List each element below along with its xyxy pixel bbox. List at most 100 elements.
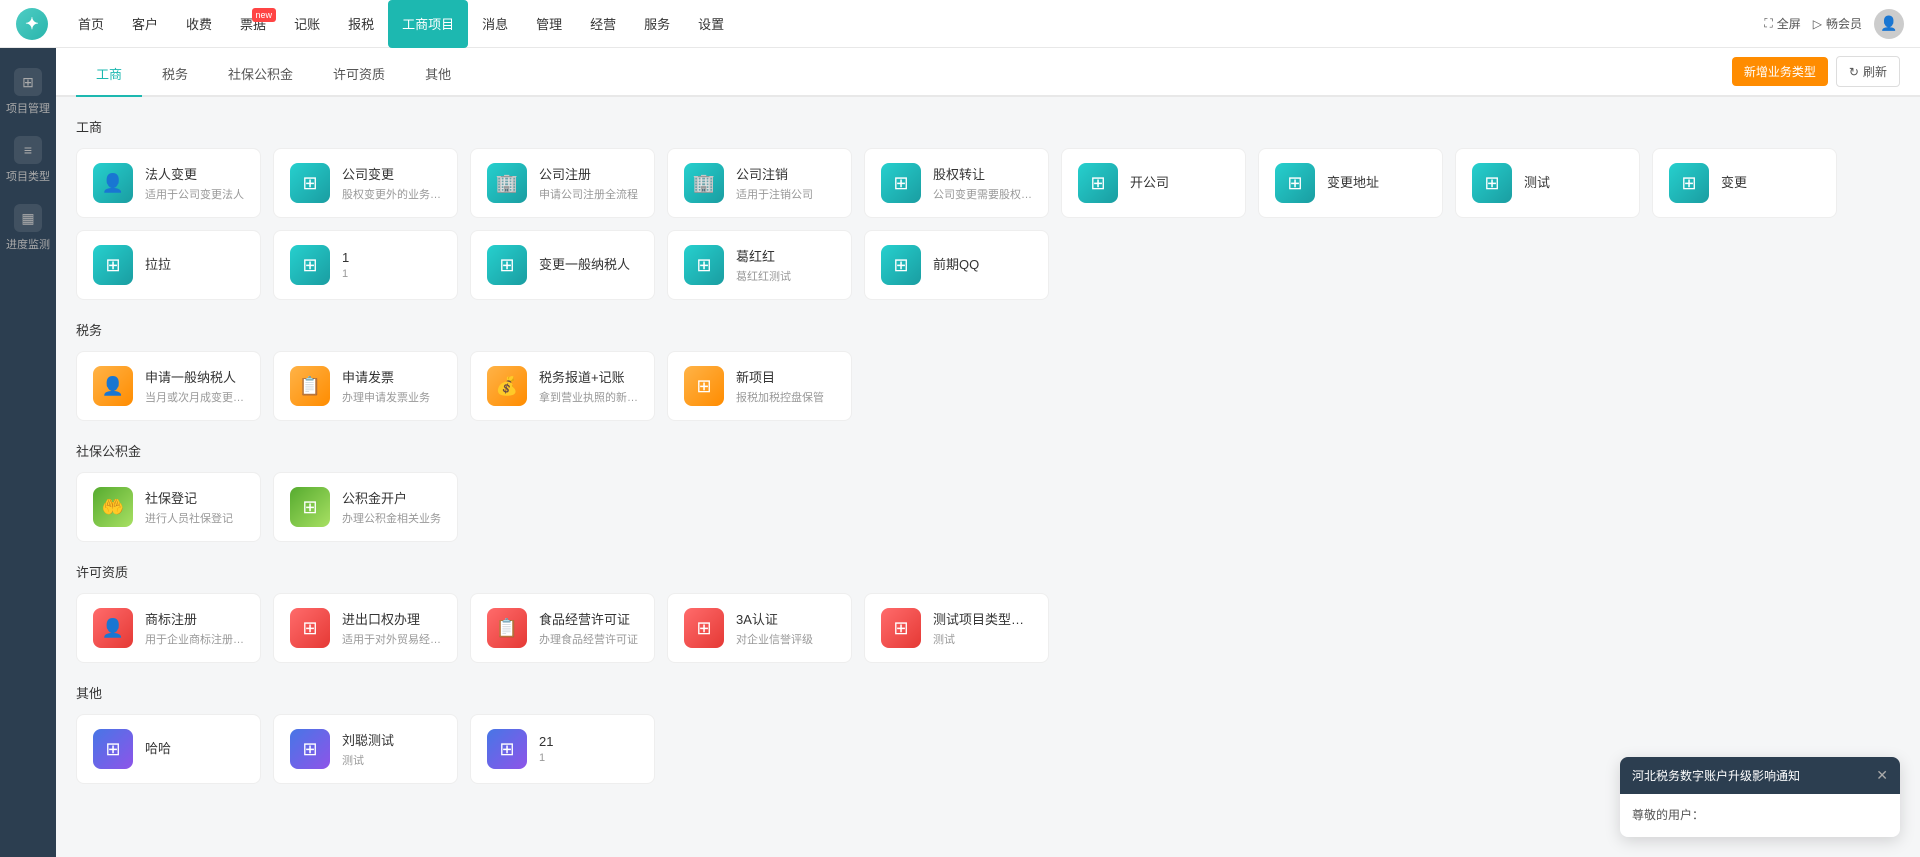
new-type-button[interactable]: 新增业务类型 bbox=[1732, 57, 1828, 86]
card-haha[interactable]: ⊞ 哈哈 bbox=[76, 714, 261, 784]
section-title-shebao: 社保公积金 bbox=[76, 441, 1900, 460]
refresh-icon: ↻ bbox=[1849, 65, 1859, 79]
card-icon: 👤 bbox=[93, 366, 133, 406]
top-nav: ✦ 首页 客户 收费 票据 new 记账 报税 工商项目 消息 管理 经营 服务… bbox=[0, 0, 1920, 48]
nav-item-home[interactable]: 首页 bbox=[64, 0, 118, 48]
nav-logo: ✦ bbox=[16, 8, 48, 40]
card-gongjijinkaihu[interactable]: ⊞ 公积金开户 办理公积金相关业务 bbox=[273, 472, 458, 542]
card-kaigongsi[interactable]: ⊞ 开公司 bbox=[1061, 148, 1246, 218]
section-gongshang: 工商 👤 法人变更 适用于公司变更法人 ⊞ 公司变更 股权变更外的业务变更 bbox=[76, 117, 1900, 300]
card-icon: 🤲 bbox=[93, 487, 133, 527]
card-gehonghong[interactable]: ⊞ 葛红红 葛红红测试 bbox=[667, 230, 852, 300]
card-desc: 办理申请发票业务 bbox=[342, 389, 441, 405]
card-biangeng[interactable]: ⊞ 变更 bbox=[1652, 148, 1837, 218]
card-ceshi[interactable]: ⊞ 测试 bbox=[1455, 148, 1640, 218]
card-icon: ⊞ bbox=[684, 366, 724, 406]
nav-item-settings[interactable]: 设置 bbox=[684, 0, 738, 48]
xuke-cards-grid: 👤 商标注册 用于企业商标注册服务 ⊞ 进出口权办理 适用于对外贸易经营者 📋 bbox=[76, 593, 1900, 663]
card-icon: ⊞ bbox=[290, 245, 330, 285]
card-gongsizhuixiao[interactable]: 🏢 公司注销 适用于注销公司 bbox=[667, 148, 852, 218]
card-icon: ⊞ bbox=[684, 608, 724, 648]
sidebar-item-progress-monitor[interactable]: ▦ 进度监测 bbox=[0, 194, 56, 262]
card-shenqingnaoshui[interactable]: 👤 申请一般纳税人 当月或次月成变更完成 bbox=[76, 351, 261, 421]
card-ceshileixing[interactable]: ⊞ 测试项目类型目定义 测试 bbox=[864, 593, 1049, 663]
card-desc: 测试 bbox=[342, 752, 441, 768]
shuiwu-cards-grid: 👤 申请一般纳税人 当月或次月成变更完成 📋 申请发票 办理申请发票业务 💰 bbox=[76, 351, 1900, 421]
card-title: 拉拉 bbox=[145, 254, 244, 273]
card-desc: 用于企业商标注册服务 bbox=[145, 631, 244, 647]
card-faziren[interactable]: 👤 法人变更 适用于公司变更法人 bbox=[76, 148, 261, 218]
nav-item-bizproject[interactable]: 工商项目 bbox=[388, 0, 468, 48]
notification-popup: 河北税务数字账户升级影响通知 ✕ 尊敬的用户： bbox=[1620, 757, 1900, 837]
card-icon: ⊞ bbox=[93, 245, 133, 285]
card-3a[interactable]: ⊞ 3A认证 对企业信誉评级 bbox=[667, 593, 852, 663]
nav-item-billing[interactable]: 收费 bbox=[172, 0, 226, 48]
card-gongsizhuche[interactable]: 🏢 公司注册 申请公司注册全流程 bbox=[470, 148, 655, 218]
card-title: 前期QQ bbox=[933, 254, 1032, 273]
avatar[interactable]: 👤 bbox=[1874, 9, 1904, 39]
card-title: 21 bbox=[539, 734, 638, 749]
card-icon: ⊞ bbox=[1078, 163, 1118, 203]
card-21[interactable]: ⊞ 21 1 bbox=[470, 714, 655, 784]
nav-item-manage[interactable]: 管理 bbox=[522, 0, 576, 48]
section-title-shuiwu: 税务 bbox=[76, 320, 1900, 339]
card-title: 葛红红 bbox=[736, 246, 835, 265]
member-btn[interactable]: ▷ 畅会员 bbox=[1813, 15, 1862, 32]
nav-item-bookkeeping[interactable]: 记账 bbox=[280, 0, 334, 48]
shebao-cards-grid: 🤲 社保登记 进行人员社保登记 ⊞ 公积金开户 办理公积金相关业务 bbox=[76, 472, 1900, 542]
nav-item-tax[interactable]: 报税 bbox=[334, 0, 388, 48]
section-xuke: 许可资质 👤 商标注册 用于企业商标注册服务 ⊞ 进出口权办理 适用于对外贸易经… bbox=[76, 562, 1900, 663]
card-guzhuanrang[interactable]: ⊞ 股权转让 公司变更需要股权转让 bbox=[864, 148, 1049, 218]
tab-xuke[interactable]: 许可资质 bbox=[313, 50, 405, 97]
card-biangengdizhi[interactable]: ⊞ 变更地址 bbox=[1258, 148, 1443, 218]
nav-item-invoice[interactable]: 票据 new bbox=[226, 0, 280, 48]
card-desc: 申请公司注册全流程 bbox=[539, 186, 638, 202]
nav-item-customer[interactable]: 客户 bbox=[118, 0, 172, 48]
card-liucongceshi[interactable]: ⊞ 刘聪测试 测试 bbox=[273, 714, 458, 784]
notif-close-button[interactable]: ✕ bbox=[1876, 767, 1888, 784]
card-shebaodengji[interactable]: 🤲 社保登记 进行人员社保登记 bbox=[76, 472, 261, 542]
card-biangengnaoshui[interactable]: ⊞ 变更一般纳税人 bbox=[470, 230, 655, 300]
sidebar-item-project-manage[interactable]: ⊞ 项目管理 bbox=[0, 58, 56, 126]
card-icon: ⊞ bbox=[93, 729, 133, 769]
nav-item-message[interactable]: 消息 bbox=[468, 0, 522, 48]
card-one[interactable]: ⊞ 1 1 bbox=[273, 230, 458, 300]
fullscreen-btn[interactable]: ⛶ 全屏 bbox=[1764, 15, 1800, 32]
tab-actions: 新增业务类型 ↻ 刷新 bbox=[1732, 48, 1900, 95]
card-title: 刘聪测试 bbox=[342, 730, 441, 749]
sidebar-item-project-type[interactable]: ≡ 项目类型 bbox=[0, 126, 56, 194]
card-jinchukou[interactable]: ⊞ 进出口权办理 适用于对外贸易经营者 bbox=[273, 593, 458, 663]
card-title: 进出口权办理 bbox=[342, 609, 441, 628]
card-icon: 💰 bbox=[487, 366, 527, 406]
card-gongsibiangeng[interactable]: ⊞ 公司变更 股权变更外的业务变更 bbox=[273, 148, 458, 218]
card-title: 法人变更 bbox=[145, 164, 244, 183]
card-desc: 拿到营业执照的新公司 bbox=[539, 389, 638, 405]
tab-shuiwu[interactable]: 税务 bbox=[142, 50, 208, 97]
card-title: 公司注册 bbox=[539, 164, 638, 183]
card-shuiwubaodao[interactable]: 💰 税务报道+记账 拿到营业执照的新公司 bbox=[470, 351, 655, 421]
card-desc: 葛红红测试 bbox=[736, 268, 835, 284]
card-shipin[interactable]: 📋 食品经营许可证 办理食品经营许可证 bbox=[470, 593, 655, 663]
card-shangbiao[interactable]: 👤 商标注册 用于企业商标注册服务 bbox=[76, 593, 261, 663]
fullscreen-icon: ⛶ bbox=[1764, 16, 1772, 31]
gongshang-cards-grid: 👤 法人变更 适用于公司变更法人 ⊞ 公司变更 股权变更外的业务变更 🏢 bbox=[76, 148, 1900, 300]
card-shenqingfapiao[interactable]: 📋 申请发票 办理申请发票业务 bbox=[273, 351, 458, 421]
list-icon: ≡ bbox=[14, 136, 42, 164]
sidebar: ⊞ 项目管理 ≡ 项目类型 ▦ 进度监测 bbox=[0, 48, 56, 857]
card-lala[interactable]: ⊞ 拉拉 bbox=[76, 230, 261, 300]
nav-item-operation[interactable]: 经营 bbox=[576, 0, 630, 48]
card-icon: 👤 bbox=[93, 163, 133, 203]
card-icon: ⊞ bbox=[684, 245, 724, 285]
card-title: 公司变更 bbox=[342, 164, 441, 183]
card-icon: ⊞ bbox=[1275, 163, 1315, 203]
card-qianqiQQ[interactable]: ⊞ 前期QQ bbox=[864, 230, 1049, 300]
tab-gongshang[interactable]: 工商 bbox=[76, 50, 142, 97]
tab-shebao[interactable]: 社保公积金 bbox=[208, 50, 313, 97]
card-icon: 📋 bbox=[290, 366, 330, 406]
refresh-button[interactable]: ↻ 刷新 bbox=[1836, 56, 1900, 87]
card-icon: 👤 bbox=[93, 608, 133, 648]
nav-item-service[interactable]: 服务 bbox=[630, 0, 684, 48]
card-xinxiangmu[interactable]: ⊞ 新项目 报税加税控盘保管 bbox=[667, 351, 852, 421]
tab-qita[interactable]: 其他 bbox=[405, 50, 471, 97]
section-title-gongshang: 工商 bbox=[76, 117, 1900, 136]
